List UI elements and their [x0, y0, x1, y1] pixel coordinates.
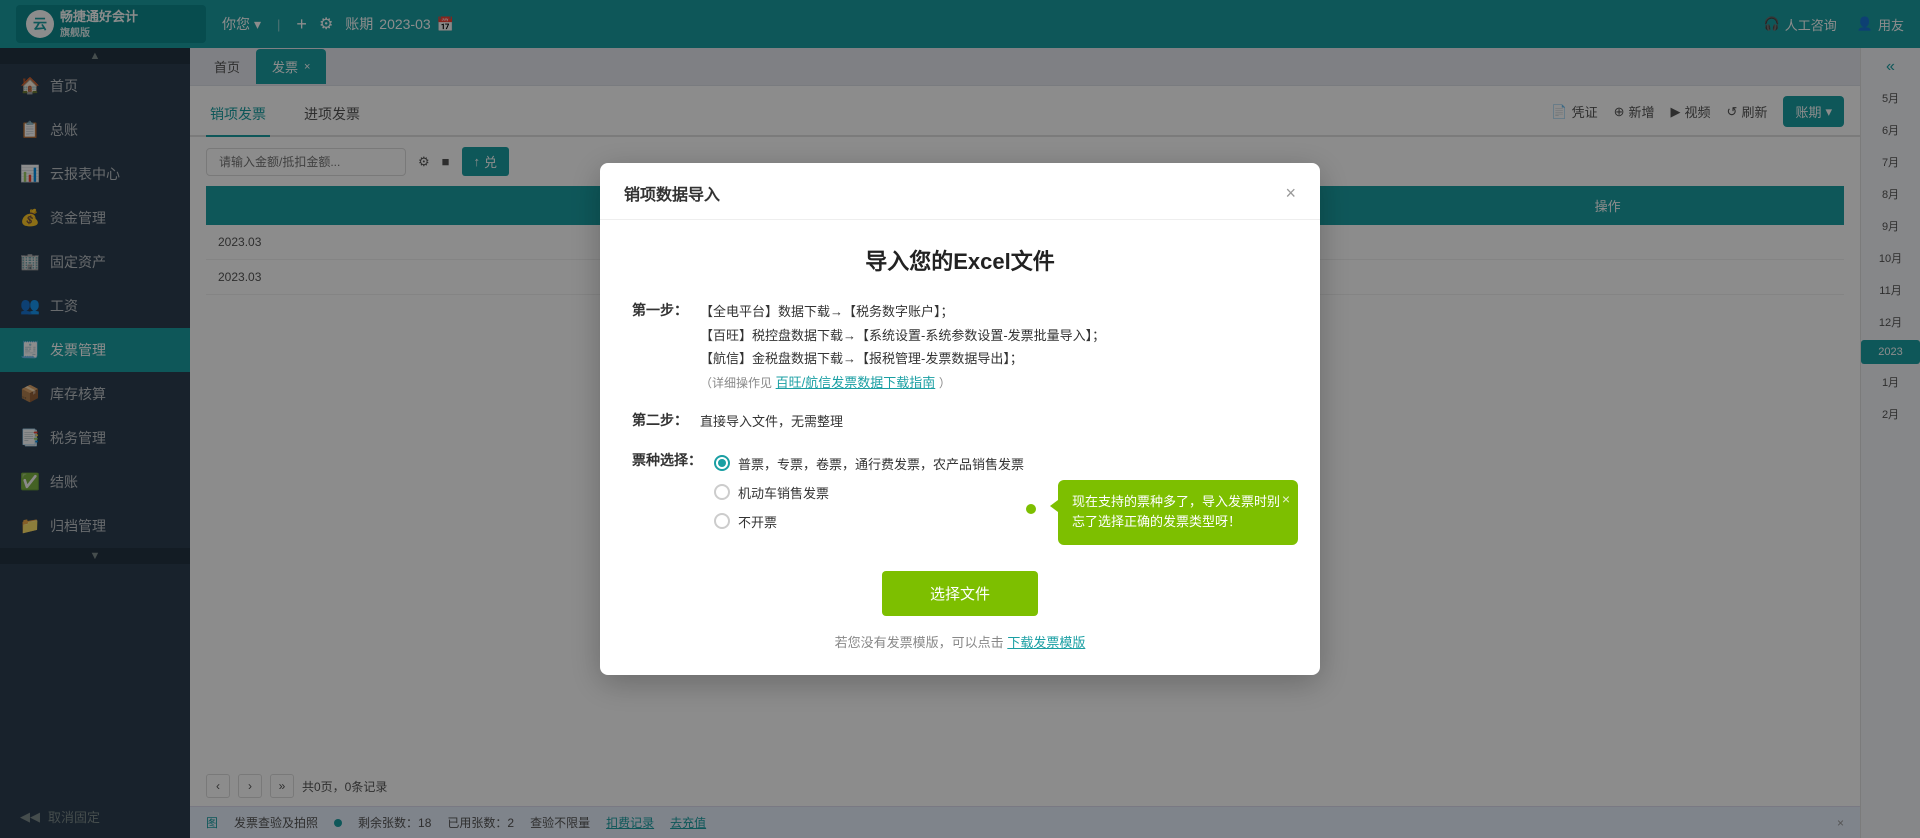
step1-content: 【全电平台】数据下载→【税务数字账户】； 【百旺】税控盘数据下载→【系统设置-系… [700, 300, 1105, 394]
modal-excel-title: 导入您的Excel文件 [632, 244, 1288, 276]
import-modal: 销项数据导入 × 导入您的Excel文件 第一步： 【全电平台】数据下载→【税务… [600, 163, 1320, 674]
tooltip-bubble: × 现在支持的票种多了，导入发票时别忘了选择正确的发票类型呀！ [1058, 480, 1298, 546]
tooltip-close-btn[interactable]: × [1282, 488, 1290, 510]
step1-line-1: 【全电平台】数据下载→【税务数字账户】； [700, 300, 1105, 323]
modal-header: 销项数据导入 × [600, 163, 1320, 220]
ticket-select-row: 票种选择： 普票，专票，卷票，通行费发票，农产品销售发票 机动车销售发票 [632, 450, 1288, 531]
step1-line-2: 【百旺】税控盘数据下载→【系统设置-系统参数设置-发票批量导入】； [700, 324, 1105, 347]
modal-footer: 选择文件 若您没有发票模版，可以点击 下载发票模版 [600, 571, 1320, 675]
ticket-radio-group: 普票，专票，卷票，通行费发票，农产品销售发票 机动车销售发票 不开票 [714, 454, 1024, 531]
step1-label: 第一步： [632, 300, 688, 320]
step2-row: 第二步： 直接导入文件，无需整理 [632, 410, 1288, 433]
modal-bottom-note: 若您没有发票模版，可以点击 下载发票模版 [632, 632, 1288, 651]
modal-body: 导入您的Excel文件 第一步： 【全电平台】数据下载→【税务数字账户】； 【百… [600, 220, 1320, 570]
radio-normal[interactable]: 普票，专票，卷票，通行费发票，农产品销售发票 [714, 454, 1024, 473]
radio-normal-circle [714, 455, 730, 471]
step2-content: 直接导入文件，无需整理 [700, 410, 843, 433]
radio-none-circle [714, 513, 730, 529]
step2-label: 第二步： [632, 410, 688, 430]
radio-none[interactable]: 不开票 [714, 512, 1024, 531]
step1-line-3: 【航信】金税盘数据下载→【报税管理-发票数据导出】； [700, 347, 1105, 370]
select-file-btn[interactable]: 选择文件 [882, 571, 1038, 616]
download-template-link[interactable]: 下载发票模版 [1007, 635, 1085, 650]
modal-overlay: 销项数据导入 × 导入您的Excel文件 第一步： 【全电平台】数据下载→【税务… [0, 0, 1920, 838]
radio-motor[interactable]: 机动车销售发票 [714, 483, 1024, 502]
ticket-label: 票种选择： [632, 450, 702, 470]
modal-close-btn[interactable]: × [1285, 184, 1296, 202]
step1-link[interactable]: 百旺/航信发票数据下载指南 [776, 375, 936, 390]
step1-note: （详细操作见 百旺/航信发票数据下载指南 ） [700, 371, 1105, 395]
step1-row: 第一步： 【全电平台】数据下载→【税务数字账户】； 【百旺】税控盘数据下载→【系… [632, 300, 1288, 394]
modal-title: 销项数据导入 [624, 181, 720, 205]
tooltip-dot [1026, 504, 1036, 514]
radio-motor-circle [714, 484, 730, 500]
